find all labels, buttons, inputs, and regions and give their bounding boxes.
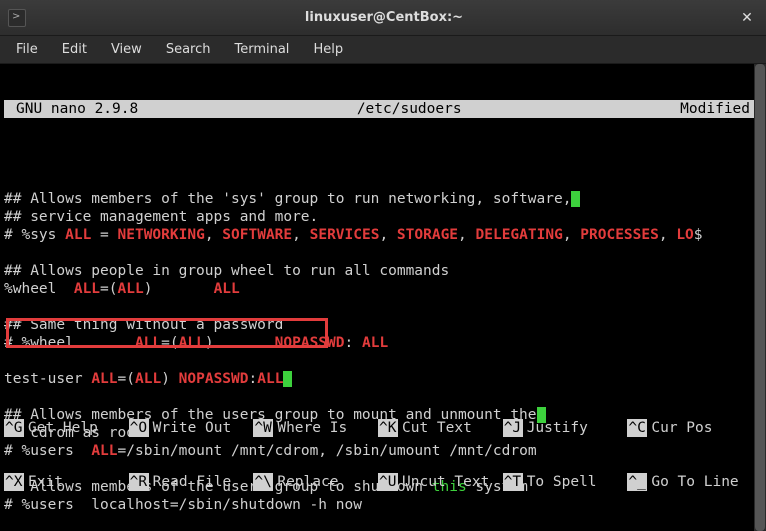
blank-line xyxy=(4,173,13,189)
blank-line xyxy=(4,155,13,171)
scrollbar[interactable] xyxy=(754,64,766,531)
menu-search[interactable]: Search xyxy=(156,39,221,60)
token-storage: STORAGE xyxy=(397,227,458,243)
comment-line: ## Allows people in group wheel to run a… xyxy=(4,263,449,279)
token-lo: LO xyxy=(676,227,693,243)
menubar: File Edit View Search Terminal Help xyxy=(0,36,766,64)
close-button[interactable]: ✕ xyxy=(736,7,758,29)
shortcut-write-out: ^OWrite Out xyxy=(129,419,254,437)
text: # %sys xyxy=(4,227,65,243)
token-all: ALL xyxy=(118,281,144,297)
blank-line xyxy=(4,299,13,315)
terminal-viewport[interactable]: GNU nano 2.9.8 /etc/sudoers Modified ## … xyxy=(0,64,766,531)
comment-line: ## service management apps and more. xyxy=(4,209,318,225)
terminal-window: linuxuser@CentBox:~ ✕ File Edit View Sea… xyxy=(0,0,766,531)
shortcut-cur-pos: ^CCur Pos xyxy=(627,419,752,437)
token-networking: NETWORKING xyxy=(118,227,205,243)
terminal-icon xyxy=(8,9,26,27)
shortcut-justify: ^JJustify xyxy=(503,419,628,437)
text: %wheel xyxy=(4,281,74,297)
scrollbar-thumb[interactable] xyxy=(755,64,765,531)
shortcut-to-spell: ^TTo Spell xyxy=(503,473,628,491)
token-nopasswd: NOPASSWD xyxy=(275,335,345,351)
titlebar[interactable]: linuxuser@CentBox:~ ✕ xyxy=(0,0,766,36)
shortcut-replace: ^\Replace xyxy=(253,473,378,491)
menu-terminal[interactable]: Terminal xyxy=(224,39,299,60)
token-all: ALL xyxy=(65,227,91,243)
line-wrap-marker xyxy=(571,191,580,207)
shortcut-get-help: ^GGet Help xyxy=(4,419,129,437)
menu-view[interactable]: View xyxy=(101,39,152,60)
shortcut-go-to-line: ^_Go To Line xyxy=(627,473,752,491)
token-all: ALL xyxy=(214,281,240,297)
truncation-marker: $ xyxy=(694,227,703,243)
comment-line: ## Same thing without a password xyxy=(4,317,283,333)
menu-edit[interactable]: Edit xyxy=(52,39,97,60)
nano-filename: /etc/sudoers xyxy=(357,100,462,118)
token-delegating: DELEGATING xyxy=(476,227,563,243)
menu-help[interactable]: Help xyxy=(303,39,353,60)
shortcut-exit: ^XExit xyxy=(4,473,129,491)
token-software: SOFTWARE xyxy=(222,227,292,243)
token-all: ALL xyxy=(74,281,100,297)
menu-file[interactable]: File xyxy=(6,39,48,60)
shortcut-where-is: ^WWhere Is xyxy=(253,419,378,437)
token-all: ALL xyxy=(362,335,388,351)
shortcut-cut-text: ^KCut Text xyxy=(378,419,503,437)
token-processes: PROCESSES xyxy=(580,227,659,243)
blank-line xyxy=(4,245,13,261)
shortcut-uncut-text: ^UUncut Text xyxy=(378,473,503,491)
blank-line xyxy=(4,353,13,369)
nano-header: GNU nano 2.9.8 /etc/sudoers Modified xyxy=(4,100,762,118)
token-services: SERVICES xyxy=(310,227,380,243)
text: # %wheel xyxy=(4,335,135,351)
nano-shortcuts: ^GGet Help ^OWrite Out ^WWhere Is ^KCut … xyxy=(4,383,752,527)
nano-app-name: GNU nano 2.9.8 xyxy=(16,100,138,118)
comment-line: ## Allows members of the 'sys' group to … xyxy=(4,191,571,207)
shortcut-read-file: ^RRead File xyxy=(129,473,254,491)
window-title: linuxuser@CentBox:~ xyxy=(32,10,736,25)
token-all: ALL xyxy=(179,335,205,351)
nano-status: Modified xyxy=(680,100,750,118)
token-all: ALL xyxy=(135,335,161,351)
